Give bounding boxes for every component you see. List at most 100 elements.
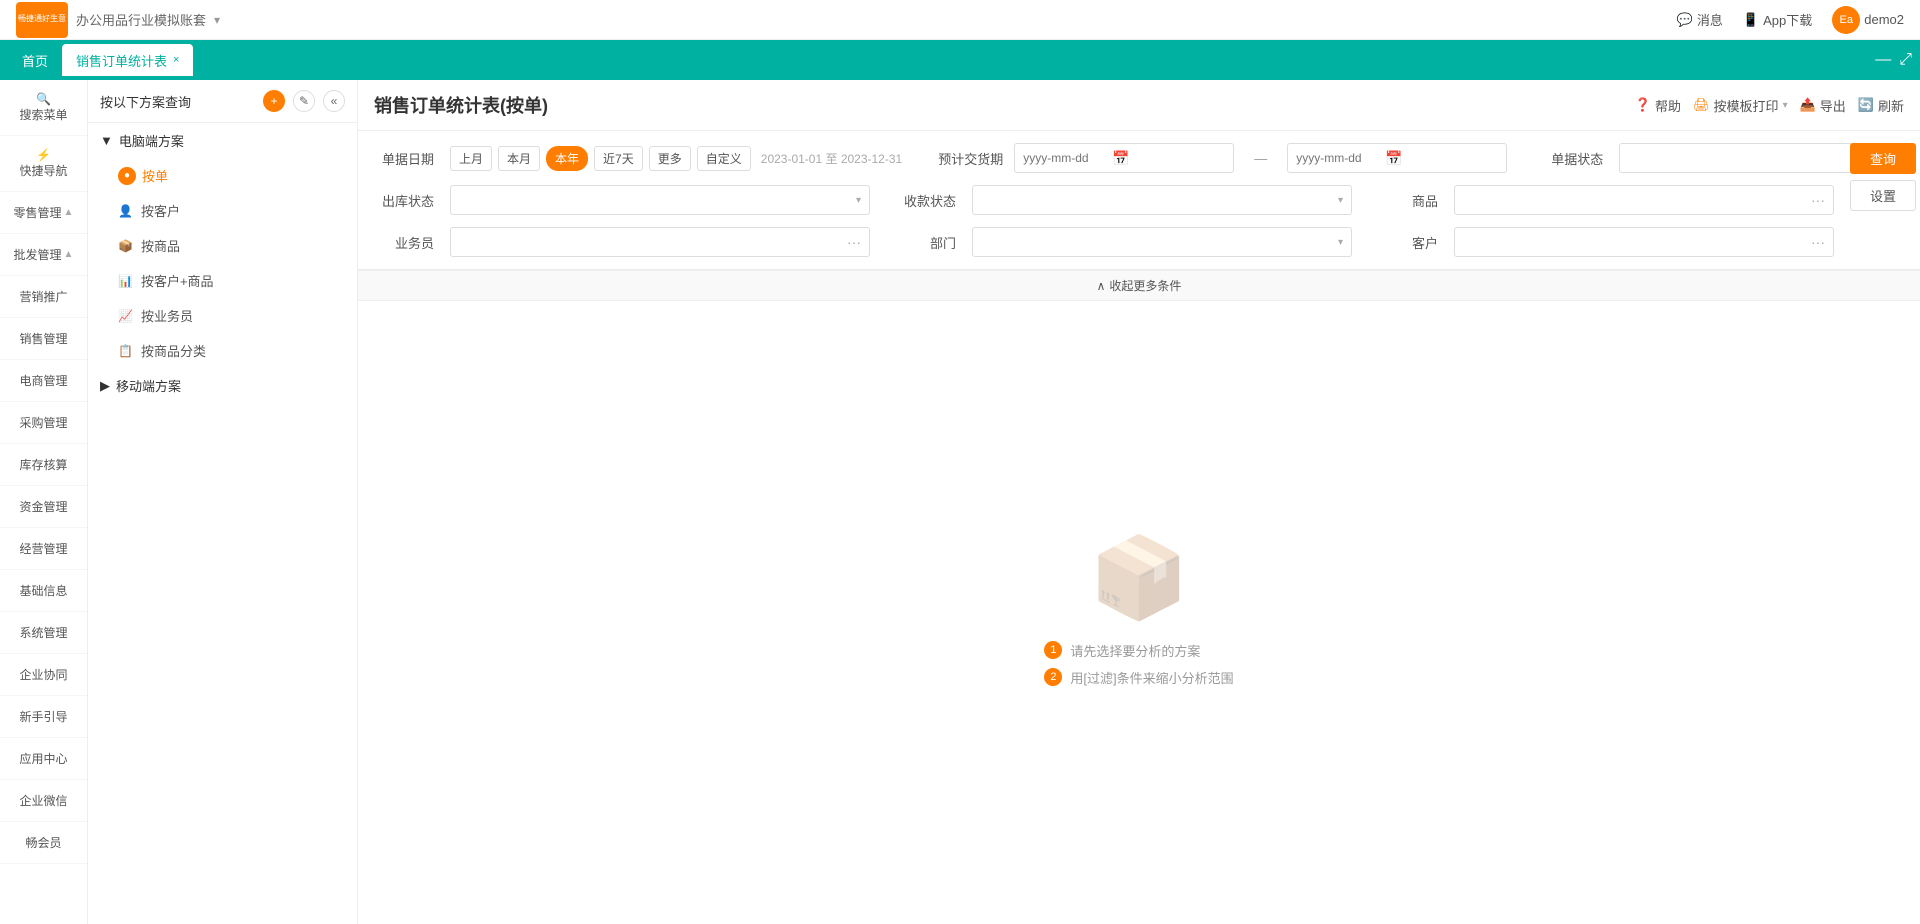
last-7-days-btn[interactable]: 近7天 bbox=[594, 146, 643, 171]
hint-item-2: 2 用[过滤]条件来缩小分析范围 bbox=[1044, 668, 1233, 687]
message-icon: 💬 bbox=[1677, 12, 1693, 28]
print-btn[interactable]: 🖨 按模板打印 ▾ bbox=[1693, 96, 1788, 115]
scheme-item-by-customer[interactable]: 👤 按客户 bbox=[88, 193, 357, 228]
tab-close-icon[interactable]: × bbox=[173, 54, 179, 66]
settings-btn[interactable]: 设置 bbox=[1850, 180, 1916, 211]
forecast-start-input[interactable] bbox=[1023, 151, 1108, 165]
collapse-bar[interactable]: ∧ 收起更多条件 bbox=[358, 270, 1920, 301]
main-layout: 🔍 搜索菜单 ⚡ 快捷导航 零售管理 ▲ 批发管理 ▲ 营销推广 销售管理 电商… bbox=[0, 80, 1920, 924]
refresh-icon: 🔄 bbox=[1858, 97, 1874, 113]
product-more-icon[interactable]: ··· bbox=[1811, 192, 1825, 208]
tab-minimize-btn[interactable]: — bbox=[1875, 51, 1891, 69]
sidebar-item-sales[interactable]: 销售管理 bbox=[0, 318, 87, 360]
product-label: 商品 bbox=[1378, 191, 1438, 210]
tab-home[interactable]: 首页 bbox=[8, 44, 62, 76]
retail-arrow-icon: ▲ bbox=[64, 207, 74, 218]
filter-row-2: 出库状态 ▾ 收款状态 ▾ 商品 bbox=[374, 185, 1834, 215]
user-menu[interactable]: Ea demo2 bbox=[1832, 6, 1904, 34]
scheme-item-by-order[interactable]: ● 按单 bbox=[88, 158, 357, 193]
page-header: 销售订单统计表(按单) ❓ 帮助 🖨 按模板打印 ▾ 📤 导出 bbox=[358, 80, 1920, 131]
this-month-btn[interactable]: 本月 bbox=[498, 146, 540, 171]
sidebar: 🔍 搜索菜单 ⚡ 快捷导航 零售管理 ▲ 批发管理 ▲ 营销推广 销售管理 电商… bbox=[0, 80, 88, 924]
collapse-text: ∧ 收起更多条件 bbox=[1097, 277, 1182, 294]
edit-scheme-btn[interactable]: ✎ bbox=[293, 90, 315, 112]
desktop-group-title[interactable]: ▼ 电脑端方案 bbox=[88, 123, 357, 158]
last-month-btn[interactable]: 上月 bbox=[450, 146, 492, 171]
sidebar-item-quick-nav[interactable]: ⚡ 快捷导航 bbox=[0, 136, 87, 192]
customer-input[interactable] bbox=[1463, 235, 1811, 250]
left-panel-icons: + ✎ « bbox=[263, 90, 345, 112]
help-icon: ❓ bbox=[1635, 97, 1651, 113]
more-date-btn[interactable]: 更多 bbox=[649, 146, 691, 171]
forecast-end-input[interactable] bbox=[1296, 151, 1381, 165]
customer-more-icon[interactable]: ··· bbox=[1811, 234, 1825, 250]
product-input-wrap[interactable]: ··· bbox=[1454, 185, 1834, 215]
tab-maximize-btn[interactable]: ⤢ bbox=[1899, 51, 1912, 69]
title-dropdown[interactable]: ▾ bbox=[214, 13, 220, 27]
forecast-date-end[interactable]: 📅 bbox=[1287, 143, 1507, 173]
active-scheme-icon: ● bbox=[118, 167, 136, 185]
collapse-panel-btn[interactable]: « bbox=[323, 90, 345, 112]
sidebar-item-ecommerce[interactable]: 电商管理 bbox=[0, 360, 87, 402]
salesperson-input[interactable] bbox=[459, 235, 847, 250]
dept-dropdown-icon: ▾ bbox=[1338, 237, 1343, 248]
dept-label: 部门 bbox=[896, 233, 956, 252]
hint-item-1: 1 请先选择要分析的方案 bbox=[1044, 641, 1233, 660]
export-icon: 📤 bbox=[1800, 97, 1816, 113]
product-input[interactable] bbox=[1463, 193, 1811, 208]
dept-select[interactable]: ▾ bbox=[972, 227, 1352, 257]
print-dropdown-icon: ▾ bbox=[1783, 100, 1788, 111]
out-status-select[interactable]: ▾ bbox=[450, 185, 870, 215]
sidebar-item-member[interactable]: 畅会员 bbox=[0, 822, 87, 864]
custom-date-btn[interactable]: 自定义 bbox=[697, 146, 751, 171]
forecast-date-start[interactable]: 📅 bbox=[1014, 143, 1234, 173]
sidebar-item-basic-info[interactable]: 基础信息 bbox=[0, 570, 87, 612]
this-year-btn[interactable]: 本年 bbox=[546, 146, 588, 171]
sidebar-item-search[interactable]: 🔍 搜索菜单 bbox=[0, 80, 87, 136]
mobile-scheme-group[interactable]: ▶ 移动端方案 bbox=[88, 368, 357, 403]
date-range-display: 2023-01-01 至 2023-12-31 bbox=[761, 150, 902, 167]
filter-buttons: 查询 设置 bbox=[1850, 143, 1916, 211]
help-btn[interactable]: ❓ 帮助 bbox=[1635, 96, 1681, 115]
tab-sales-order[interactable]: 销售订单统计表 × bbox=[62, 44, 193, 76]
sidebar-item-system[interactable]: 系统管理 bbox=[0, 612, 87, 654]
data-area: 📦 1 请先选择要分析的方案 2 用[过滤]条件来缩小分析范围 bbox=[358, 301, 1920, 924]
sidebar-item-guide[interactable]: 新手引导 bbox=[0, 696, 87, 738]
salesperson-input-wrap[interactable]: ··· bbox=[450, 227, 870, 257]
out-status-dropdown-icon: ▾ bbox=[856, 195, 861, 206]
hint-num-2: 2 bbox=[1044, 668, 1062, 686]
refresh-btn[interactable]: 🔄 刷新 bbox=[1858, 96, 1904, 115]
scheme-item-by-category[interactable]: 📋 按商品分类 bbox=[88, 333, 357, 368]
app-download-btn[interactable]: 📱 App下载 bbox=[1743, 10, 1812, 29]
topbar: 畅捷通好生意 办公用品行业模拟账套 ▾ 💬 消息 📱 App下载 Ea demo… bbox=[0, 0, 1920, 40]
salesperson-more-icon[interactable]: ··· bbox=[847, 234, 861, 250]
sidebar-item-apps[interactable]: 应用中心 bbox=[0, 738, 87, 780]
sidebar-item-wholesale[interactable]: 批发管理 ▲ bbox=[0, 234, 87, 276]
pay-status-select[interactable]: ▾ bbox=[972, 185, 1352, 215]
message-btn[interactable]: 💬 消息 bbox=[1677, 10, 1723, 29]
scheme-item-by-product[interactable]: 📦 按商品 bbox=[88, 228, 357, 263]
sidebar-item-operations[interactable]: 经营管理 bbox=[0, 528, 87, 570]
sidebar-item-enterprise[interactable]: 企业协同 bbox=[0, 654, 87, 696]
empty-illustration: 📦 bbox=[1089, 531, 1189, 625]
query-btn[interactable]: 查询 bbox=[1850, 143, 1916, 174]
sidebar-item-purchase[interactable]: 采购管理 bbox=[0, 402, 87, 444]
add-scheme-btn[interactable]: + bbox=[263, 90, 285, 112]
sidebar-item-retail[interactable]: 零售管理 ▲ bbox=[0, 192, 87, 234]
export-btn[interactable]: 📤 导出 bbox=[1800, 96, 1846, 115]
pay-status-label: 收款状态 bbox=[896, 191, 956, 210]
sidebar-item-wechat[interactable]: 企业微信 bbox=[0, 780, 87, 822]
forecast-label: 预计交货期 bbox=[938, 149, 998, 168]
sidebar-item-marketing[interactable]: 营销推广 bbox=[0, 276, 87, 318]
page-header-actions: ❓ 帮助 🖨 按模板打印 ▾ 📤 导出 🔄 刷新 bbox=[1635, 96, 1904, 115]
out-status-label: 出库状态 bbox=[374, 191, 434, 210]
calendar-start-icon: 📅 bbox=[1112, 150, 1129, 167]
scheme-item-by-customer-product[interactable]: 📊 按客户+商品 bbox=[88, 263, 357, 298]
sidebar-item-finance[interactable]: 资金管理 bbox=[0, 486, 87, 528]
logo: 畅捷通好生意 bbox=[16, 2, 68, 38]
sidebar-item-inventory[interactable]: 库存核算 bbox=[0, 444, 87, 486]
customer-input-wrap[interactable]: ··· bbox=[1454, 227, 1834, 257]
left-panel-header: 按以下方案查询 + ✎ « bbox=[88, 80, 357, 123]
scheme-item-by-salesperson[interactable]: 📈 按业务员 bbox=[88, 298, 357, 333]
search-icon: 🔍 bbox=[4, 92, 83, 106]
